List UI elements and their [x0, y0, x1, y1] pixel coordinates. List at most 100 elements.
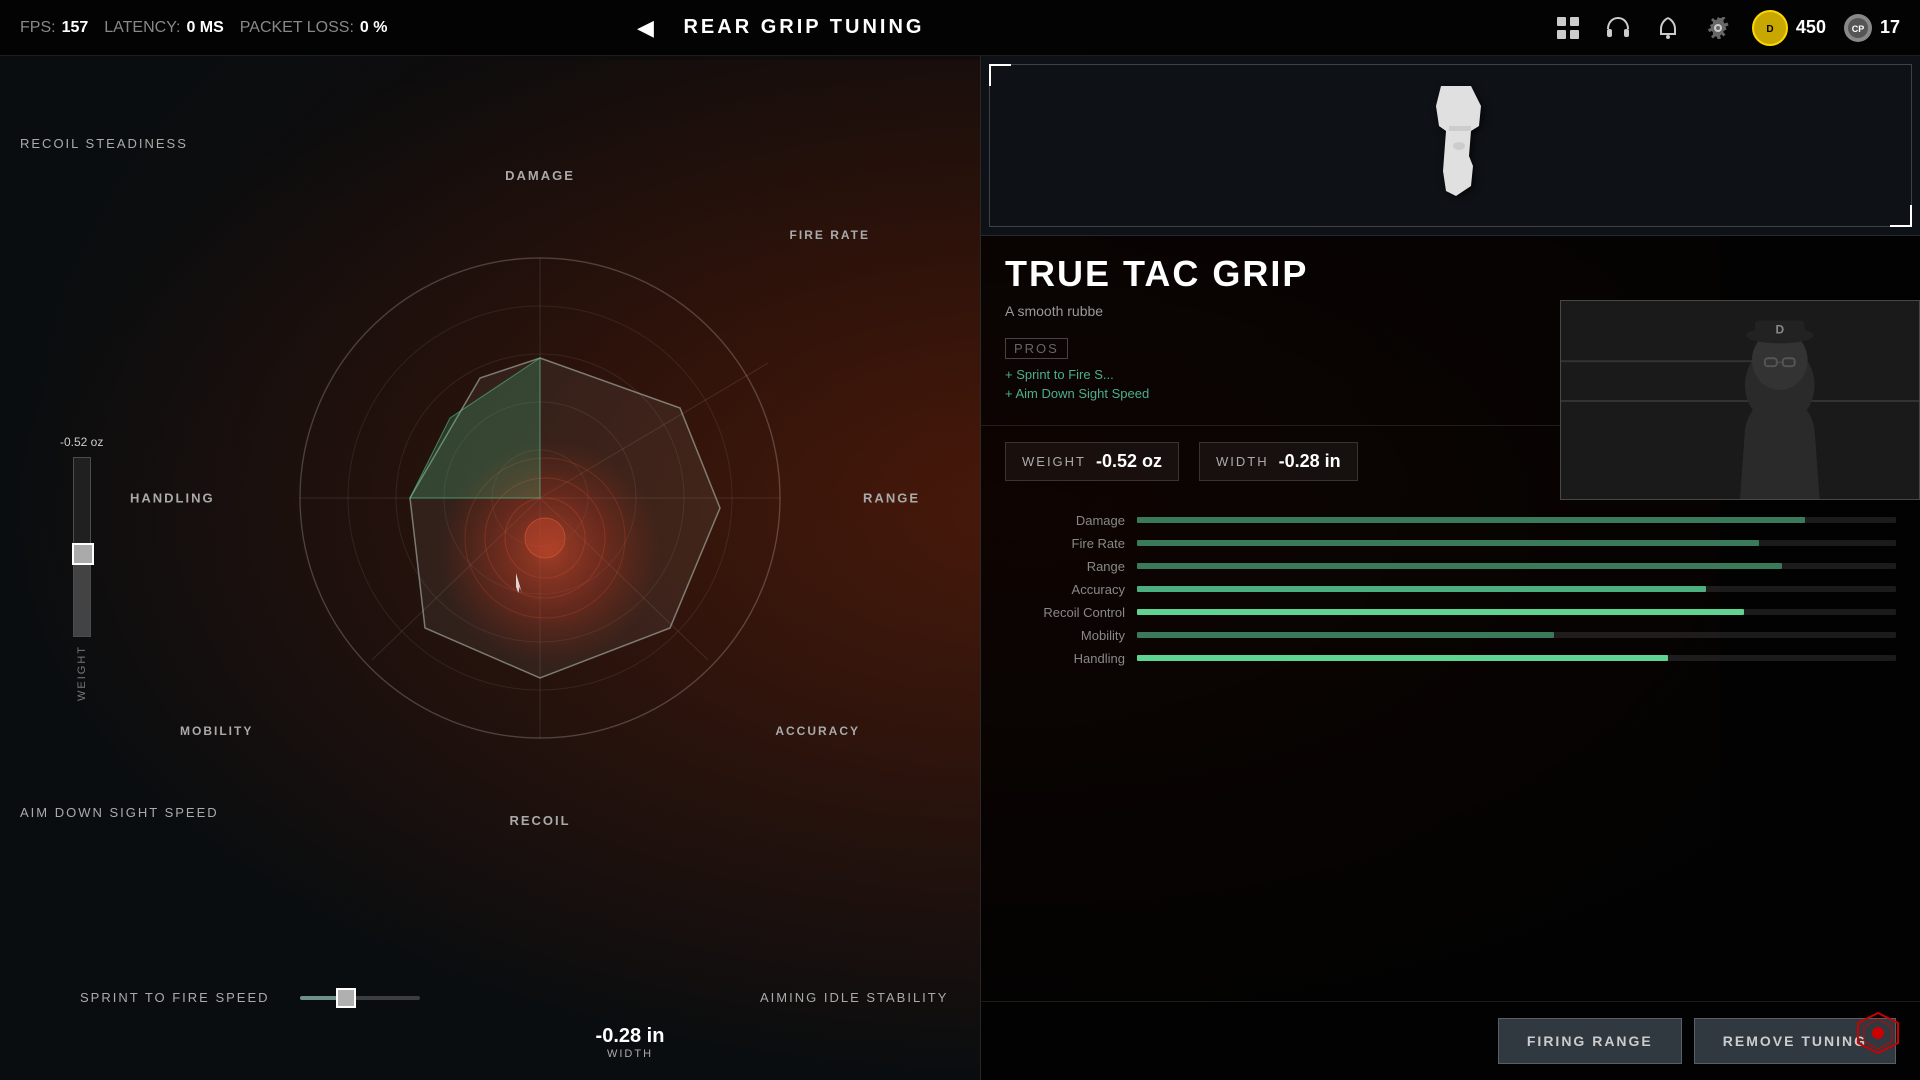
sprint-fire-value: -0.28 in — [300, 1025, 960, 1048]
latency-value: 0 MS — [186, 19, 223, 37]
topbar-right: D 450 CP 17 — [1552, 10, 1900, 46]
stat-fill-damage — [1137, 517, 1805, 523]
cp-badge: CP 17 — [1844, 14, 1900, 42]
pros-label: PROS — [1005, 338, 1068, 359]
stat-fill-accuracy — [1137, 586, 1706, 592]
weight-tuning-badge: WEIGHT -0.52 oz — [1005, 442, 1179, 481]
radar-label-recoil: RECOIL — [509, 813, 570, 828]
radar-container: DAMAGE FIRE RATE RANGE ACCURACY RECOIL M… — [240, 198, 840, 798]
width-tuning-label: WIDTH — [1216, 454, 1269, 469]
svg-text:D: D — [1766, 24, 1773, 35]
packet-loss-label: PACKET LOSS: — [240, 19, 354, 37]
stat-label-handling: Handling — [1005, 651, 1125, 666]
stat-track-firerate — [1137, 540, 1896, 546]
radar-label-mobility: MOBILITY — [180, 724, 253, 738]
cp-value: 17 — [1880, 17, 1900, 38]
weight-indicator: -0.52 oz WEIGHT — [60, 435, 103, 701]
stat-track-accuracy — [1137, 586, 1896, 592]
grip-image — [1371, 76, 1531, 216]
radar-area: DAMAGE FIRE RATE RANGE ACCURACY RECOIL M… — [100, 116, 980, 880]
stat-track-handling — [1137, 655, 1896, 661]
cp-icon: CP — [1844, 14, 1872, 42]
weight-slider-thumb[interactable] — [72, 543, 94, 565]
bottom-sliders: SPRINT TO FIRE SPEED AIMING IDLE STABILI… — [80, 990, 960, 1060]
grid-icon[interactable] — [1552, 12, 1584, 44]
stat-label-mobility: Mobility — [1005, 628, 1125, 643]
weight-tuning-label: WEIGHT — [1022, 454, 1086, 469]
svg-text:CP: CP — [1852, 24, 1865, 34]
packet-loss-stat: PACKET LOSS: 0 % — [240, 19, 388, 37]
sprint-to-fire-thumb[interactable] — [336, 988, 356, 1008]
radar-label-firerate: FIRE RATE — [790, 228, 870, 242]
left-panel: RECOIL STEADINESS AIM DOWN SIGHT SPEED -… — [0, 56, 980, 1080]
radar-label-damage: DAMAGE — [505, 168, 575, 183]
notification-icon[interactable] — [1652, 12, 1684, 44]
sprint-to-fire-row: SPRINT TO FIRE SPEED AIMING IDLE STABILI… — [80, 990, 960, 1005]
pro-item-1-text: + Sprint to Fire S... — [1005, 367, 1114, 382]
sprint-to-fire-track[interactable] — [300, 996, 420, 1000]
topbar: FPS: 157 LATENCY: 0 MS PACKET LOSS: 0 % … — [0, 0, 1920, 56]
sprint-to-fire-label: SPRINT TO FIRE SPEED — [80, 990, 280, 1005]
stat-track-damage — [1137, 517, 1896, 523]
stat-track-mobility — [1137, 632, 1896, 638]
stat-label-accuracy: Accuracy — [1005, 582, 1125, 597]
stat-fill-firerate — [1137, 540, 1759, 546]
item-name: TRUE TAC GRIP — [1005, 256, 1896, 292]
webcam-inner: D — [1561, 301, 1919, 499]
stat-bar-mobility: Mobility — [1005, 628, 1896, 643]
headset-icon[interactable] — [1602, 12, 1634, 44]
stat-bars: Damage Fire Rate Range Accuracy — [981, 497, 1920, 1001]
stat-fill-recoil — [1137, 609, 1744, 615]
stat-bar-accuracy: Accuracy — [1005, 582, 1896, 597]
weight-bar — [73, 457, 91, 637]
stat-label-damage: Damage — [1005, 513, 1125, 528]
action-buttons: FIRING RANGE REMOVE TUNING — [981, 1001, 1920, 1080]
radar-svg — [240, 198, 840, 798]
fps-label: FPS: — [20, 19, 56, 37]
currency-value: 450 — [1796, 17, 1826, 38]
radar-label-range: RANGE — [863, 491, 920, 506]
radar-label-accuracy: ACCURACY — [775, 724, 860, 738]
fps-stat: FPS: 157 — [20, 19, 88, 37]
slider-value-display: -0.28 in WIDTH — [300, 1025, 960, 1060]
stat-fill-mobility — [1137, 632, 1554, 638]
radar-label-handling: HANDLING — [130, 491, 215, 506]
back-button[interactable]: ◀ — [627, 10, 663, 46]
page-title: REAR GRIP TUNING — [683, 16, 924, 39]
stat-track-recoil — [1137, 609, 1896, 615]
stat-bar-recoil: Recoil Control — [1005, 605, 1896, 620]
stat-bar-damage: Damage — [1005, 513, 1896, 528]
width-tuning-value: -0.28 in — [1279, 451, 1341, 472]
item-preview — [981, 56, 1920, 236]
weight-bar-fill — [74, 565, 90, 636]
weight-tuning-value: -0.52 oz — [1096, 451, 1162, 472]
sprint-fire-unit: WIDTH — [300, 1048, 960, 1060]
webcam-overlay: D — [1560, 300, 1920, 500]
stat-label-firerate: Fire Rate — [1005, 536, 1125, 551]
latency-label: LATENCY: — [104, 19, 180, 37]
stat-label-range: Range — [1005, 559, 1125, 574]
main-content: RECOIL STEADINESS AIM DOWN SIGHT SPEED -… — [0, 56, 1920, 1080]
weight-value-text: -0.52 oz — [60, 435, 103, 449]
stat-bar-range: Range — [1005, 559, 1896, 574]
stat-bar-handling: Handling — [1005, 651, 1896, 666]
fps-value: 157 — [62, 19, 89, 37]
width-tuning-badge: WIDTH -0.28 in — [1199, 442, 1358, 481]
stat-bar-firerate: Fire Rate — [1005, 536, 1896, 551]
aiming-idle-label: AIMING IDLE STABILITY — [760, 990, 960, 1005]
stat-fill-range — [1137, 563, 1782, 569]
item-description-text: A smooth rubbe — [1005, 303, 1103, 319]
currency-icon: D — [1752, 10, 1788, 46]
stat-label-recoil: Recoil Control — [1005, 605, 1125, 620]
right-panel: TRUE TAC GRIP A smooth rubbe PROS + Spri… — [980, 56, 1920, 1080]
stat-fill-handling — [1137, 655, 1668, 661]
firing-range-button[interactable]: FIRING RANGE — [1498, 1018, 1682, 1064]
pro-item-2-text: + Aim Down Sight Speed — [1005, 386, 1149, 401]
settings-icon[interactable] — [1702, 12, 1734, 44]
cod-logo — [1856, 1011, 1900, 1060]
latency-stat: LATENCY: 0 MS — [104, 19, 224, 37]
item-name-text: TRUE TAC GRIP — [1005, 253, 1308, 294]
topbar-left: FPS: 157 LATENCY: 0 MS PACKET LOSS: 0 % — [20, 19, 607, 37]
streamer-video: D — [1561, 300, 1919, 500]
svg-text:D: D — [1775, 322, 1784, 336]
